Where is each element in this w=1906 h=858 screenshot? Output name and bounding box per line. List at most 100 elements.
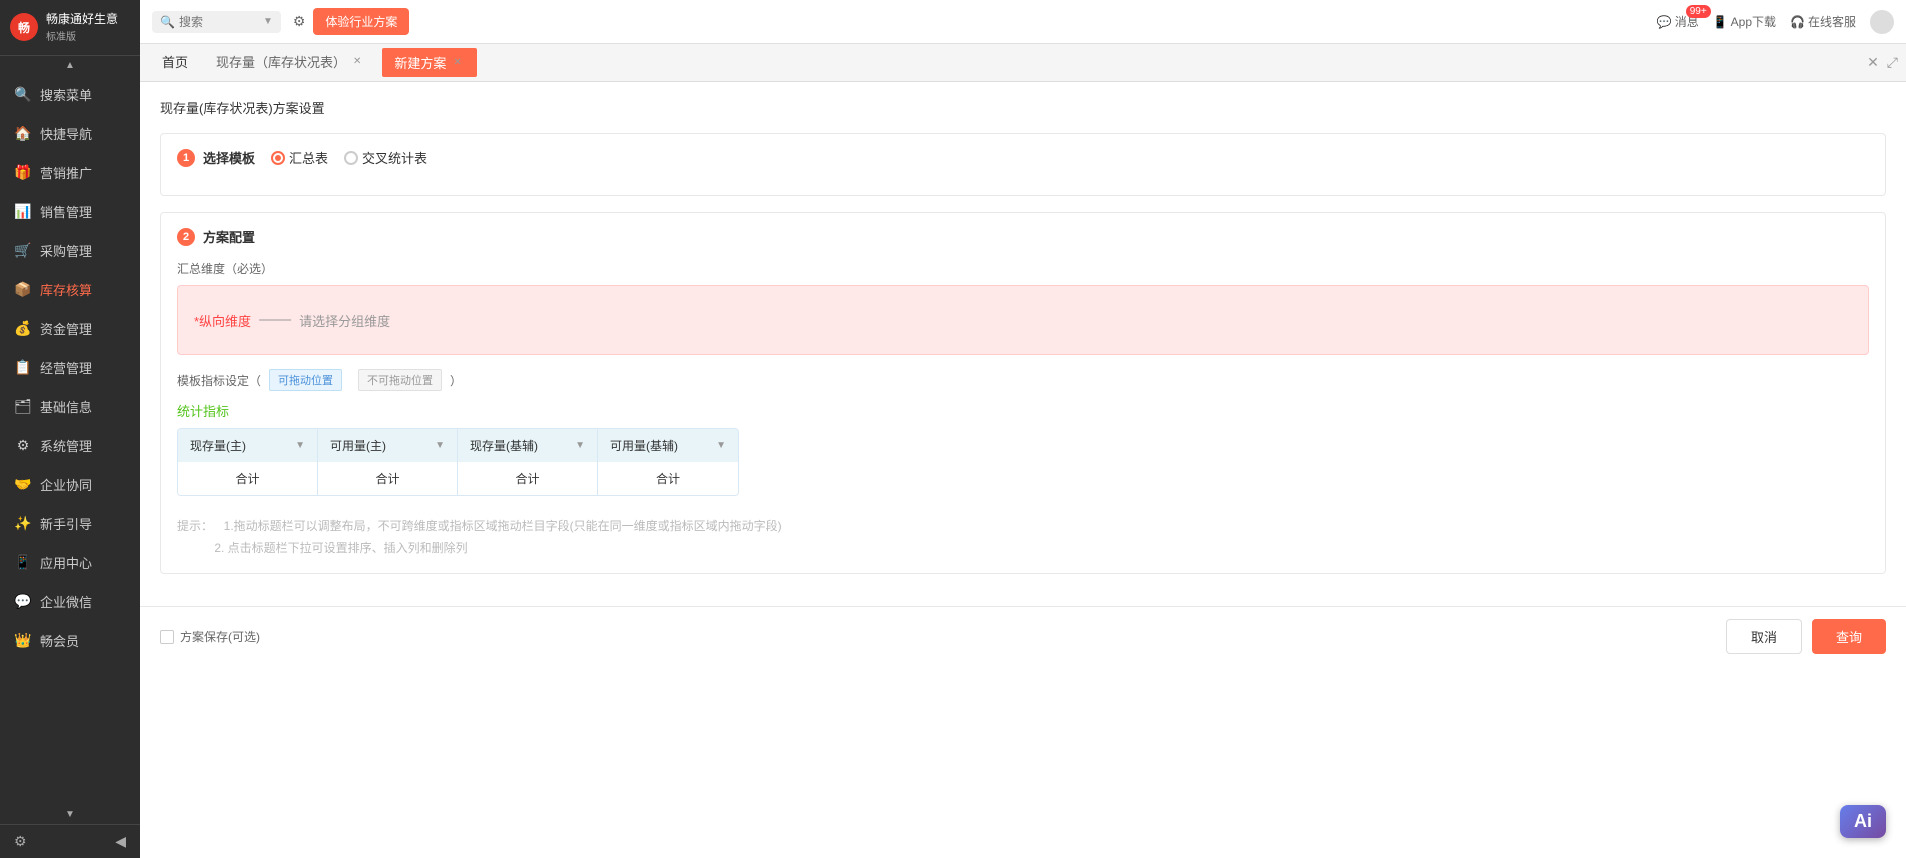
- sidebar-item-sales[interactable]: 📊 销售管理: [0, 192, 140, 231]
- tab-inventory-close[interactable]: ✕: [350, 55, 364, 68]
- gift-icon: 🎁: [14, 163, 32, 181]
- footer-buttons: 取消 查询: [1726, 619, 1886, 654]
- tabs-bar: 首页 现存量（库存状况表） ✕ 新建方案 ✕ ✕ ⤢: [140, 44, 1906, 82]
- message-button[interactable]: 💬 消息 99+: [1657, 13, 1699, 30]
- col-dropdown-1[interactable]: ▼: [435, 440, 445, 451]
- purchase-icon: 🛒: [14, 241, 32, 259]
- tab-close-icon[interactable]: ✕: [1867, 54, 1879, 71]
- search-icon: 🔍: [14, 85, 32, 103]
- template-radio-group: 汇总表 交叉统计表: [271, 148, 427, 167]
- sidebar-item-inventory[interactable]: 📦 库存核算: [0, 270, 140, 309]
- main-area: 🔍 ▼ ⚙ 体验行业方案 💬 消息 99+ 📱 App下载 🎧 在线客服: [140, 0, 1906, 858]
- save-checkbox[interactable]: 方案保存(可选): [160, 628, 260, 645]
- basic-info-icon: 🗂: [14, 397, 32, 415]
- sidebar-item-marketing[interactable]: 🎁 营销推广: [0, 153, 140, 192]
- col-body-0: 合计: [178, 462, 318, 495]
- sidebar-scroll-down[interactable]: ▼: [0, 805, 140, 824]
- sidebar-item-search-menu[interactable]: 🔍 搜索菜单: [0, 75, 140, 114]
- sidebar: 畅 畅康通好生意 标准版 ▲ 🔍 搜索菜单 🏠 快捷导航 🎁 营销推广 📊 销售…: [0, 0, 140, 858]
- dropdown-arrow-icon[interactable]: ▼: [263, 16, 273, 27]
- col-dropdown-0[interactable]: ▼: [295, 440, 305, 451]
- operations-icon: 📋: [14, 358, 32, 376]
- service-button[interactable]: 🎧 在线客服: [1790, 13, 1856, 30]
- indicator-settings: 模板指标设定（ 可拖动位置 不可拖动位置 ） 统计指标 现存量(主) ▼: [177, 369, 1869, 496]
- radio-cross-table[interactable]: 交叉统计表: [344, 148, 427, 167]
- sidebar-item-guide[interactable]: ✨ 新手引导: [0, 504, 140, 543]
- radio-cross-dot: [344, 151, 358, 165]
- gear-icon[interactable]: ⚙: [293, 13, 306, 30]
- sidebar-item-system[interactable]: ⚙ 系统管理: [0, 426, 140, 465]
- radio-summary-table[interactable]: 汇总表: [271, 148, 328, 167]
- topbar-right: 💬 消息 99+ 📱 App下载 🎧 在线客服: [1657, 10, 1894, 34]
- member-icon: 👑: [14, 631, 32, 649]
- section2-header: 2 方案配置: [177, 227, 1869, 246]
- section2-label: 方案配置: [203, 227, 255, 246]
- query-button[interactable]: 查询: [1812, 619, 1886, 654]
- tab-new-close[interactable]: ✕: [450, 56, 464, 69]
- ai-badge[interactable]: Ai: [1840, 805, 1886, 838]
- topbar: 🔍 ▼ ⚙ 体验行业方案 💬 消息 99+ 📱 App下载 🎧 在线客服: [140, 0, 1906, 44]
- dim-label: 汇总维度（必选）: [177, 260, 1869, 277]
- sidebar-item-purchase[interactable]: 🛒 采购管理: [0, 231, 140, 270]
- col-dropdown-2[interactable]: ▼: [575, 440, 585, 451]
- logo-icon: 畅: [10, 13, 38, 41]
- trial-button[interactable]: 体验行业方案: [313, 8, 409, 35]
- dim-required: *纵向维度: [194, 311, 251, 330]
- search-input[interactable]: [179, 15, 259, 29]
- radio-summary-dot: [271, 151, 285, 165]
- section-template: 1 选择模板 汇总表 交叉统计表: [160, 133, 1886, 196]
- wechat-icon: 💬: [14, 592, 32, 610]
- settings-icon[interactable]: ⚙: [14, 833, 27, 850]
- sidebar-item-operations[interactable]: 📋 经营管理: [0, 348, 140, 387]
- col-header-2[interactable]: 现存量(基辅) ▼: [458, 429, 598, 462]
- tabs-actions: ✕ ⤢: [1867, 54, 1898, 71]
- tab-new[interactable]: 新建方案 ✕: [382, 48, 476, 77]
- col-header-0[interactable]: 现存量(主) ▼: [178, 429, 318, 462]
- app-center-icon: 📱: [14, 553, 32, 571]
- sidebar-scroll-up[interactable]: ▲: [0, 56, 140, 75]
- sidebar-logo: 畅 畅康通好生意 标准版: [0, 0, 140, 56]
- user-menu[interactable]: [1870, 10, 1894, 34]
- tab-expand-icon[interactable]: ⤢: [1887, 54, 1898, 71]
- tab-home[interactable]: 首页: [148, 44, 202, 81]
- sidebar-item-finance[interactable]: 💰 资金管理: [0, 309, 140, 348]
- home-icon: 🏠: [14, 124, 32, 142]
- col-header-3[interactable]: 可用量(基辅) ▼: [598, 429, 738, 462]
- dim-arrow: ——: [259, 311, 291, 329]
- draggable-tag: 可拖动位置: [269, 369, 342, 391]
- col-header-1[interactable]: 可用量(主) ▼: [318, 429, 458, 462]
- content-inner: 现存量(库存状况表)方案设置 1 选择模板 汇总表 交叉统计表: [140, 82, 1906, 606]
- cancel-button[interactable]: 取消: [1726, 619, 1802, 654]
- topbar-search-box[interactable]: 🔍 ▼: [152, 11, 281, 33]
- collapse-icon[interactable]: ◀: [115, 833, 126, 850]
- stats-section-label: 统计指标: [177, 401, 1869, 420]
- sidebar-bottom: ⚙ ◀: [0, 824, 140, 858]
- tip-item-2: 2. 点击标题栏下拉可设置排序、插入列和删除列: [177, 538, 1869, 560]
- sales-icon: 📊: [14, 202, 32, 220]
- section2-number: 2: [177, 228, 195, 246]
- col-body-1: 合计: [318, 462, 458, 495]
- indicator-settings-header: 模板指标设定（ 可拖动位置 不可拖动位置 ）: [177, 369, 1869, 391]
- dim-area[interactable]: *纵向维度 —— 请选择分组维度: [177, 285, 1869, 355]
- col-dropdown-3[interactable]: ▼: [716, 440, 726, 451]
- stats-table: 现存量(主) ▼ 可用量(主) ▼ 现存量(基辅) ▼: [177, 428, 739, 496]
- sidebar-nav: 🔍 搜索菜单 🏠 快捷导航 🎁 营销推广 📊 销售管理 🛒 采购管理 📦 库存核…: [0, 75, 140, 805]
- sidebar-item-basic-info[interactable]: 🗂 基础信息: [0, 387, 140, 426]
- not-draggable-tag: 不可拖动位置: [358, 369, 442, 391]
- footer: 方案保存(可选) 取消 查询: [140, 606, 1906, 666]
- section-config: 2 方案配置 汇总维度（必选） *纵向维度 —— 请选择分组维度 模板指标设定（…: [160, 212, 1886, 574]
- system-icon: ⚙: [14, 436, 32, 454]
- app-download-button[interactable]: 📱 App下载: [1713, 13, 1776, 30]
- sidebar-item-enterprise[interactable]: 🤝 企业协同: [0, 465, 140, 504]
- sidebar-item-member[interactable]: 👑 畅会员: [0, 621, 140, 660]
- stats-table-header: 现存量(主) ▼ 可用量(主) ▼ 现存量(基辅) ▼: [178, 429, 738, 462]
- message-icon: 💬: [1657, 15, 1672, 29]
- section1-label: 选择模板: [203, 148, 255, 167]
- sidebar-item-quick-nav[interactable]: 🏠 快捷导航: [0, 114, 140, 153]
- sidebar-item-wechat[interactable]: 💬 企业微信: [0, 582, 140, 621]
- dim-placeholder: *纵向维度 —— 请选择分组维度: [194, 311, 390, 330]
- tab-inventory[interactable]: 现存量（库存状况表） ✕: [202, 44, 378, 81]
- content-area: 现存量(库存状况表)方案设置 1 选择模板 汇总表 交叉统计表: [140, 82, 1906, 858]
- save-checkbox-input[interactable]: [160, 630, 174, 644]
- sidebar-item-app-center[interactable]: 📱 应用中心: [0, 543, 140, 582]
